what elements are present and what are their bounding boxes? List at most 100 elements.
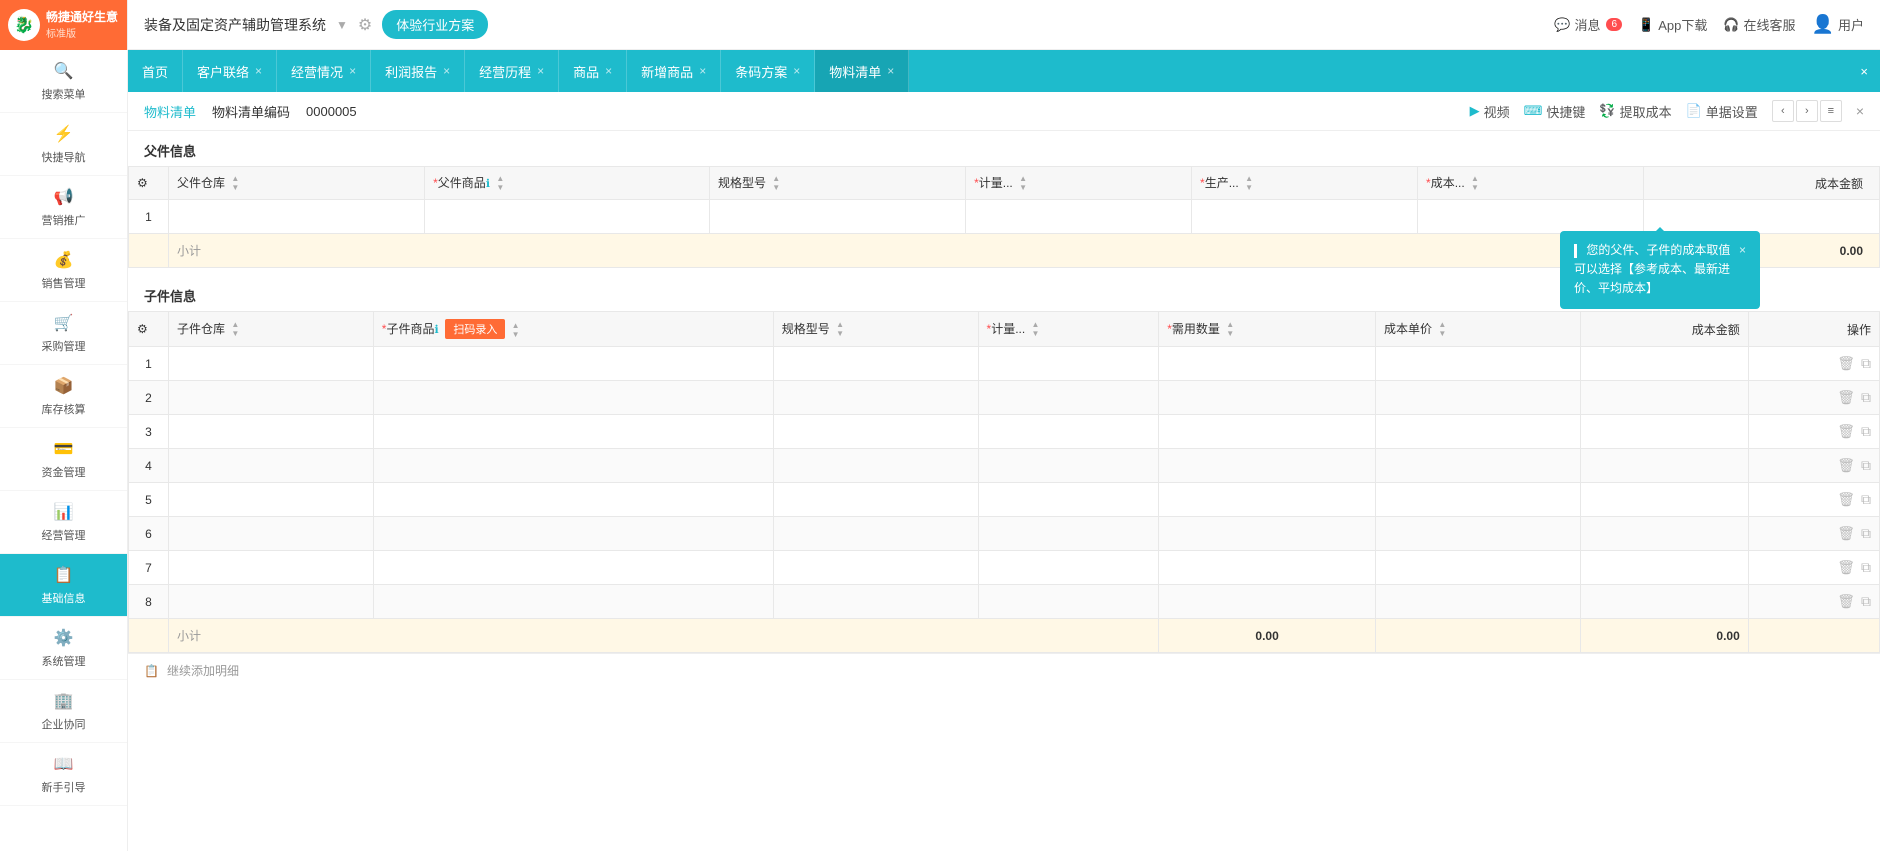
nav-tab-barcode[interactable]: 条码方案× bbox=[721, 50, 815, 92]
child-row-1-spec[interactable] bbox=[773, 347, 978, 381]
child-row-5-unit[interactable] bbox=[978, 483, 1159, 517]
child-row-3-unit[interactable] bbox=[978, 415, 1159, 449]
child-row-1-unit-cost[interactable] bbox=[1376, 347, 1581, 381]
trial-btn[interactable]: 体验行业方案 bbox=[382, 10, 488, 39]
breadcrumb-parent[interactable]: 物料清单 bbox=[144, 102, 196, 121]
delete-icon-7[interactable]: 🗑 bbox=[1837, 559, 1855, 576]
scan-btn[interactable]: 扫码录入 bbox=[445, 319, 505, 339]
child-th-settings[interactable]: ⚙ bbox=[129, 312, 169, 347]
child-row-6-unit-cost[interactable] bbox=[1376, 517, 1581, 551]
sidebar-item-marketing[interactable]: 📢 营销推广 bbox=[0, 176, 127, 239]
nav-tab-close-new_goods[interactable]: × bbox=[699, 64, 706, 78]
message-item[interactable]: 💬 消息 6 bbox=[1554, 15, 1622, 34]
child-row-1-unit[interactable] bbox=[978, 347, 1159, 381]
parent-row-1-goods[interactable] bbox=[425, 200, 710, 234]
delete-icon-2[interactable]: 🗑 bbox=[1837, 389, 1855, 406]
nav-tab-bom[interactable]: 物料清单× bbox=[815, 50, 909, 92]
child-row-6-unit[interactable] bbox=[978, 517, 1159, 551]
nav-tab-close-profit[interactable]: × bbox=[443, 64, 450, 78]
sidebar-item-sales[interactable]: 💰 销售管理 bbox=[0, 239, 127, 302]
delete-icon-5[interactable]: 🗑 bbox=[1837, 491, 1855, 508]
child-row-7-goods[interactable] bbox=[373, 551, 773, 585]
child-row-2-warehouse[interactable] bbox=[169, 381, 374, 415]
child-row-5-qty[interactable] bbox=[1159, 483, 1376, 517]
delete-icon-3[interactable]: 🗑 bbox=[1837, 423, 1855, 440]
child-row-6-goods[interactable] bbox=[373, 517, 773, 551]
parent-row-1-warehouse[interactable] bbox=[169, 200, 425, 234]
parent-row-1-cost[interactable] bbox=[1418, 200, 1644, 234]
child-row-7-unit-cost[interactable] bbox=[1376, 551, 1581, 585]
video-action[interactable]: ▶ 视频 bbox=[1470, 102, 1510, 121]
sidebar-item-basic[interactable]: 📋 基础信息 bbox=[0, 554, 127, 617]
child-row-4-unit-cost[interactable] bbox=[1376, 449, 1581, 483]
child-row-7-unit[interactable] bbox=[978, 551, 1159, 585]
extract-cost-action[interactable]: 💱 提取成本 bbox=[1599, 102, 1671, 121]
sidebar-item-operations_mgr[interactable]: 📊 经营管理 bbox=[0, 491, 127, 554]
nav-tab-close-customer[interactable]: × bbox=[255, 64, 262, 78]
sidebar-item-enterprise[interactable]: 🏢 企业协同 bbox=[0, 680, 127, 743]
delete-icon-8[interactable]: 🗑 bbox=[1837, 593, 1855, 610]
child-row-7-warehouse[interactable] bbox=[169, 551, 374, 585]
child-row-7-spec[interactable] bbox=[773, 551, 978, 585]
app-download-item[interactable]: 📱 App下载 bbox=[1638, 15, 1707, 34]
child-row-4-qty[interactable] bbox=[1159, 449, 1376, 483]
child-row-6-qty[interactable] bbox=[1159, 517, 1376, 551]
child-row-7-qty[interactable] bbox=[1159, 551, 1376, 585]
child-row-8-warehouse[interactable] bbox=[169, 585, 374, 619]
child-row-8-qty[interactable] bbox=[1159, 585, 1376, 619]
sidebar-item-search[interactable]: 🔍 搜索菜单 bbox=[0, 50, 127, 113]
child-row-6-warehouse[interactable] bbox=[169, 517, 374, 551]
nav-tab-customer[interactable]: 客户联络× bbox=[183, 50, 277, 92]
copy-icon-4[interactable]: ⧉ bbox=[1861, 457, 1871, 474]
child-row-8-spec[interactable] bbox=[773, 585, 978, 619]
child-row-4-unit[interactable] bbox=[978, 449, 1159, 483]
nav-tab-close-history[interactable]: × bbox=[537, 64, 544, 78]
nav-tab-close-goods[interactable]: × bbox=[605, 64, 612, 78]
nav-tab-home[interactable]: 首页 bbox=[128, 50, 183, 92]
nav-tab-close-bom[interactable]: × bbox=[887, 64, 894, 78]
nav-tab-profit[interactable]: 利润报告× bbox=[371, 50, 465, 92]
child-row-2-unit-cost[interactable] bbox=[1376, 381, 1581, 415]
child-row-5-goods[interactable] bbox=[373, 483, 773, 517]
child-row-3-spec[interactable] bbox=[773, 415, 978, 449]
nav-tab-operations[interactable]: 经营情况× bbox=[277, 50, 371, 92]
copy-icon-7[interactable]: ⧉ bbox=[1861, 559, 1871, 576]
settings-icon[interactable]: ⚙ bbox=[358, 15, 372, 35]
copy-icon-6[interactable]: ⧉ bbox=[1861, 525, 1871, 542]
child-row-1-warehouse[interactable] bbox=[169, 347, 374, 381]
prev-btn[interactable]: ‹ bbox=[1772, 100, 1794, 122]
parent-row-1-unit[interactable] bbox=[966, 200, 1192, 234]
sidebar-item-purchase[interactable]: 🛒 采购管理 bbox=[0, 302, 127, 365]
user-item[interactable]: 👤 用户 bbox=[1812, 14, 1864, 35]
delete-icon-6[interactable]: 🗑 bbox=[1837, 525, 1855, 542]
child-row-3-goods[interactable] bbox=[373, 415, 773, 449]
child-row-4-warehouse[interactable] bbox=[169, 449, 374, 483]
child-row-3-unit-cost[interactable] bbox=[1376, 415, 1581, 449]
close-all-btn[interactable]: × bbox=[1848, 64, 1880, 79]
child-row-2-goods[interactable] bbox=[373, 381, 773, 415]
child-row-6-spec[interactable] bbox=[773, 517, 978, 551]
sidebar-item-finance[interactable]: 💳 资金管理 bbox=[0, 428, 127, 491]
nav-tab-history[interactable]: 经营历程× bbox=[465, 50, 559, 92]
child-row-1-goods[interactable] bbox=[373, 347, 773, 381]
next-btn[interactable]: › bbox=[1796, 100, 1818, 122]
child-row-2-unit[interactable] bbox=[978, 381, 1159, 415]
tooltip-close[interactable]: × bbox=[1739, 241, 1746, 260]
child-row-3-warehouse[interactable] bbox=[169, 415, 374, 449]
sidebar-item-quick[interactable]: ⚡ 快捷导航 bbox=[0, 113, 127, 176]
single-settings-action[interactable]: 📄 单据设置 bbox=[1686, 102, 1758, 121]
child-row-4-goods[interactable] bbox=[373, 449, 773, 483]
child-row-5-unit-cost[interactable] bbox=[1376, 483, 1581, 517]
list-btn[interactable]: ≡ bbox=[1820, 100, 1842, 122]
copy-icon-3[interactable]: ⧉ bbox=[1861, 423, 1871, 440]
sidebar-item-inventory[interactable]: 📦 库存核算 bbox=[0, 365, 127, 428]
copy-icon-8[interactable]: ⧉ bbox=[1861, 593, 1871, 610]
shortcut-action[interactable]: ⌨ 快捷键 bbox=[1524, 102, 1586, 121]
sidebar-item-guide[interactable]: 📖 新手引导 bbox=[0, 743, 127, 806]
online-service-item[interactable]: 🎧 在线客服 bbox=[1723, 15, 1795, 34]
copy-icon-1[interactable]: ⧉ bbox=[1861, 355, 1871, 372]
nav-tab-new_goods[interactable]: 新增商品× bbox=[627, 50, 721, 92]
child-row-2-qty[interactable] bbox=[1159, 381, 1376, 415]
nav-tab-close-barcode[interactable]: × bbox=[793, 64, 800, 78]
child-row-8-unit[interactable] bbox=[978, 585, 1159, 619]
